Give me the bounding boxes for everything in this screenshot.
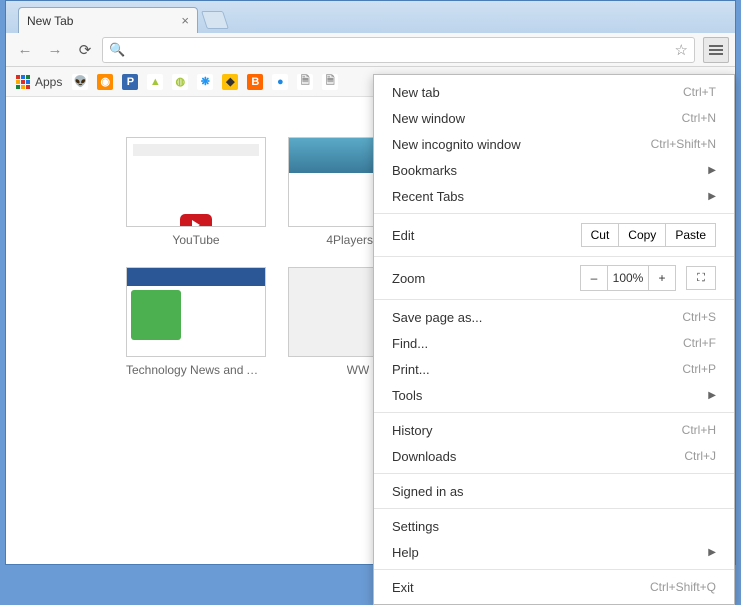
menu-edit-row: Edit Cut Copy Paste bbox=[374, 218, 734, 252]
fullscreen-icon: ⛶ bbox=[697, 272, 705, 285]
menu-history[interactable]: HistoryCtrl+H bbox=[374, 417, 734, 443]
menu-print[interactable]: Print...Ctrl+P bbox=[374, 356, 734, 382]
bookmark-android[interactable]: ◍ bbox=[172, 74, 188, 90]
search-icon: 🔍 bbox=[109, 42, 125, 58]
bookmark-yellow[interactable]: ◆ bbox=[222, 74, 238, 90]
zoom-controls: – 100% + ⛶ bbox=[580, 265, 716, 291]
edit-label: Edit bbox=[392, 228, 414, 243]
menu-separator bbox=[374, 213, 734, 214]
menu-signed-in[interactable]: Signed in as bbox=[374, 478, 734, 504]
apps-grid-icon bbox=[16, 75, 30, 89]
menu-separator bbox=[374, 256, 734, 257]
bookmark-blue-flame[interactable]: ● bbox=[272, 74, 288, 90]
bookmark-doc2[interactable]: 🗎 bbox=[322, 74, 338, 90]
thumbnail-youtube[interactable]: YouTube bbox=[126, 137, 266, 247]
menu-recent-tabs[interactable]: Recent Tabs▶ bbox=[374, 183, 734, 209]
chevron-right-icon: ▶ bbox=[708, 165, 716, 176]
bookmark-orange-swirl[interactable]: ◉ bbox=[97, 74, 113, 90]
play-icon bbox=[180, 214, 212, 227]
bookmark-doc[interactable]: 🗎 bbox=[297, 74, 313, 90]
menu-separator bbox=[374, 473, 734, 474]
menu-downloads[interactable]: DownloadsCtrl+J bbox=[374, 443, 734, 469]
apps-button[interactable]: Apps bbox=[16, 75, 62, 89]
new-tab-button[interactable] bbox=[201, 11, 229, 29]
menu-new-tab[interactable]: New tabCtrl+T bbox=[374, 79, 734, 105]
bookmark-blue-dots[interactable]: ❋ bbox=[197, 74, 213, 90]
menu-help[interactable]: Help▶ bbox=[374, 539, 734, 565]
chrome-menu: New tabCtrl+T New windowCtrl+N New incog… bbox=[373, 74, 735, 605]
zoom-label: Zoom bbox=[392, 271, 425, 286]
chevron-right-icon: ▶ bbox=[708, 191, 716, 202]
chevron-right-icon: ▶ bbox=[708, 547, 716, 558]
back-button[interactable]: ← bbox=[12, 37, 38, 63]
thumbnail-technews[interactable]: Technology News and An... bbox=[126, 267, 266, 377]
bookmark-pandora[interactable]: P bbox=[122, 74, 138, 90]
bookmark-blogger[interactable]: B bbox=[247, 74, 263, 90]
bookmark-star-icon[interactable]: ☆ bbox=[675, 41, 688, 59]
thumbnail-label: YouTube bbox=[172, 233, 219, 247]
toolbar: ← → ⟳ 🔍 ☆ bbox=[6, 33, 735, 67]
zoom-in-button[interactable]: + bbox=[649, 266, 675, 290]
bookmark-android-green[interactable]: ▲ bbox=[147, 74, 163, 90]
forward-button[interactable]: → bbox=[42, 37, 68, 63]
reload-button[interactable]: ⟳ bbox=[72, 37, 98, 63]
omnibox[interactable]: 🔍 ☆ bbox=[102, 37, 695, 63]
bookmark-reddit[interactable]: 👽 bbox=[72, 74, 88, 90]
edit-buttons: Cut Copy Paste bbox=[581, 223, 716, 247]
hamburger-icon bbox=[709, 45, 723, 55]
bookmark-icons: 👽 ◉ P ▲ ◍ ❋ ◆ B ● 🗎 🗎 bbox=[72, 74, 338, 90]
menu-separator bbox=[374, 299, 734, 300]
tab-title: New Tab bbox=[27, 14, 73, 28]
menu-settings[interactable]: Settings bbox=[374, 513, 734, 539]
menu-new-incognito[interactable]: New incognito windowCtrl+Shift+N bbox=[374, 131, 734, 157]
tab-close-icon[interactable]: × bbox=[181, 13, 189, 28]
menu-separator bbox=[374, 508, 734, 509]
tab-strip: New Tab × bbox=[6, 1, 735, 33]
menu-bookmarks[interactable]: Bookmarks▶ bbox=[374, 157, 734, 183]
thumbnail-label: Technology News and An... bbox=[126, 363, 266, 377]
cut-button[interactable]: Cut bbox=[581, 223, 620, 247]
address-input[interactable] bbox=[131, 38, 674, 62]
tab-new-tab[interactable]: New Tab × bbox=[18, 7, 198, 33]
copy-button[interactable]: Copy bbox=[619, 223, 666, 247]
chrome-menu-button[interactable] bbox=[703, 37, 729, 63]
menu-new-window[interactable]: New windowCtrl+N bbox=[374, 105, 734, 131]
thumbnail-label: WW bbox=[347, 363, 370, 377]
thumbnail-preview bbox=[126, 137, 266, 227]
thumbnail-preview bbox=[126, 267, 266, 357]
apps-label: Apps bbox=[35, 75, 62, 89]
chevron-right-icon: ▶ bbox=[708, 390, 716, 401]
paste-button[interactable]: Paste bbox=[666, 223, 716, 247]
menu-zoom-row: Zoom – 100% + ⛶ bbox=[374, 261, 734, 295]
fullscreen-button[interactable]: ⛶ bbox=[686, 266, 716, 290]
menu-find[interactable]: Find...Ctrl+F bbox=[374, 330, 734, 356]
zoom-out-button[interactable]: – bbox=[581, 266, 607, 290]
menu-separator bbox=[374, 412, 734, 413]
menu-exit[interactable]: ExitCtrl+Shift+Q bbox=[374, 574, 734, 600]
menu-tools[interactable]: Tools▶ bbox=[374, 382, 734, 408]
zoom-value: 100% bbox=[607, 266, 649, 290]
menu-save-page[interactable]: Save page as...Ctrl+S bbox=[374, 304, 734, 330]
